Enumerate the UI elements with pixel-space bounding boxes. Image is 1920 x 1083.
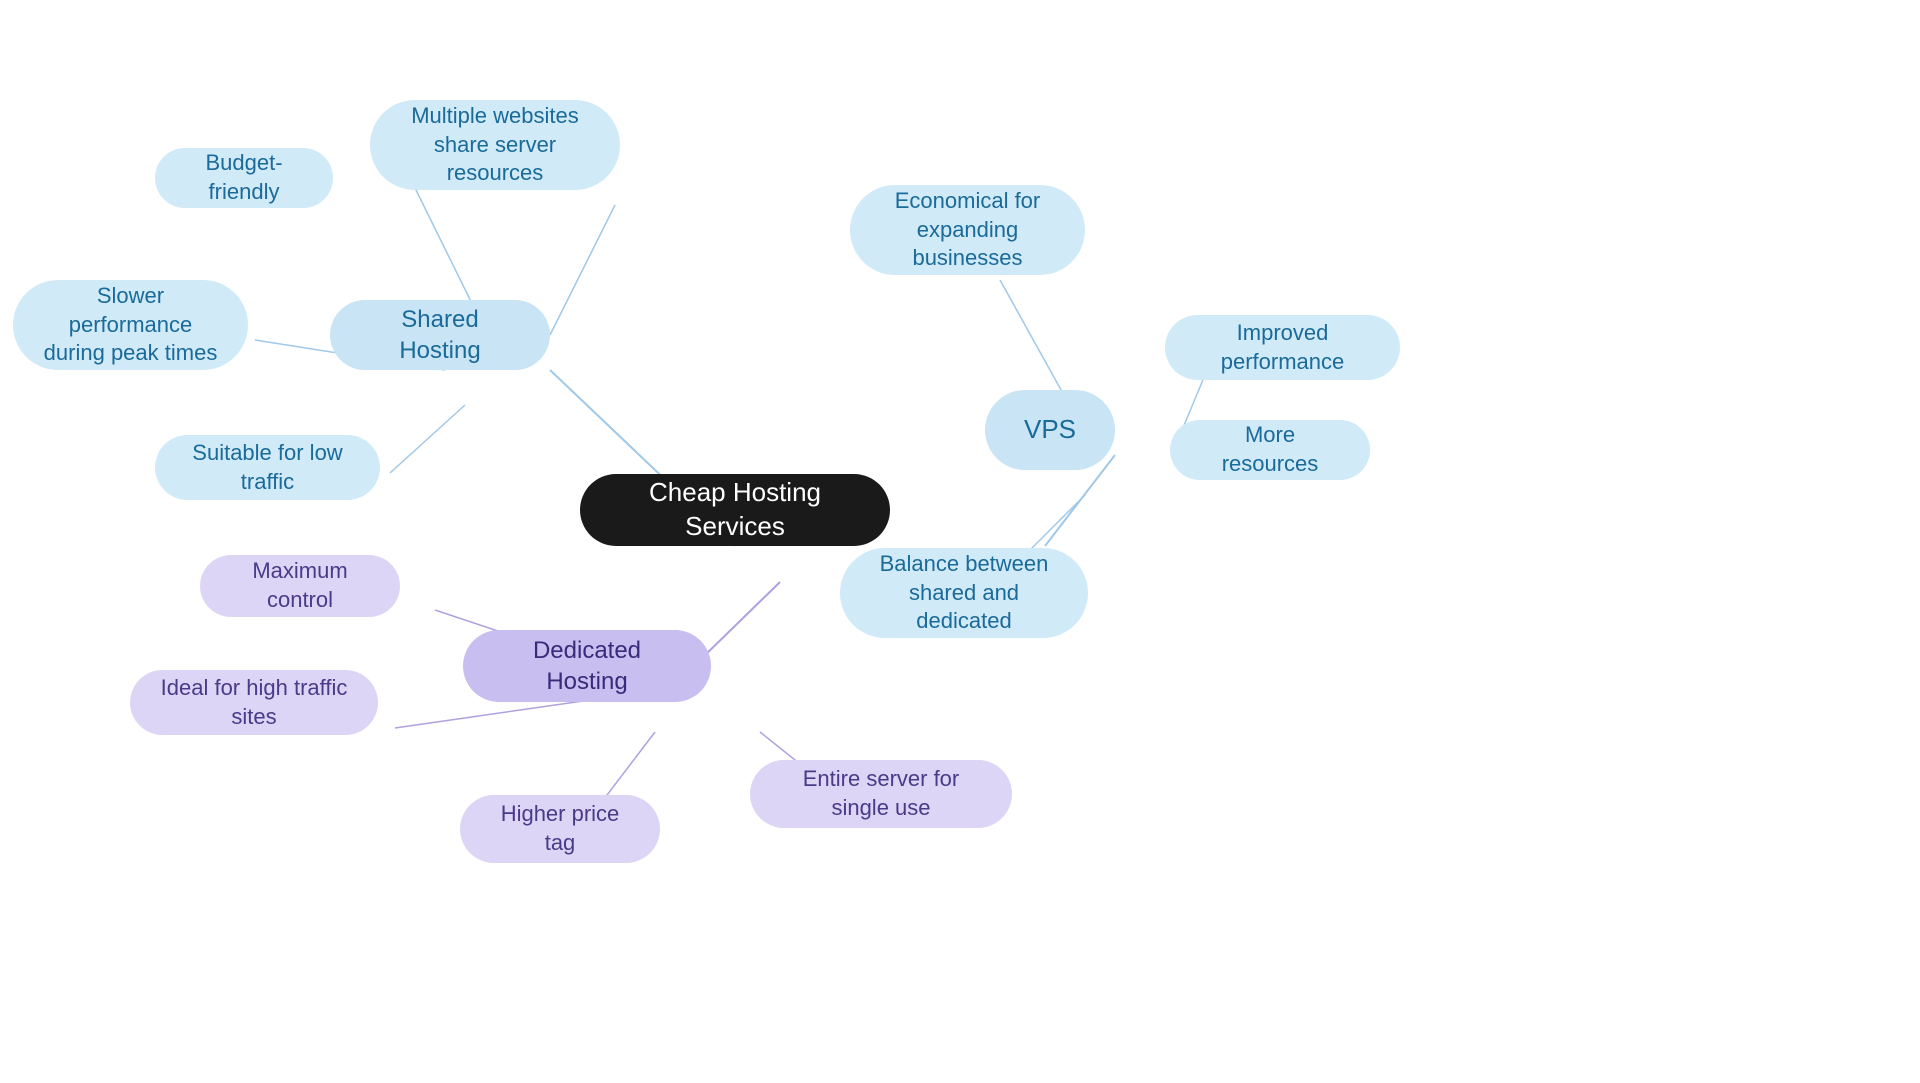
vps-leaf-3: Balance between shared and dedicated [840, 548, 1088, 638]
dedicated-leaf-2: Higher price tag [460, 795, 660, 863]
center-node: Cheap Hosting Services [580, 474, 890, 546]
vps-leaf-1: Improved performance [1165, 315, 1400, 380]
vps-node: VPS [985, 390, 1115, 470]
shared-leaf-1: Budget-friendly [155, 148, 333, 208]
vps-leaf-2: More resources [1170, 420, 1370, 480]
dedicated-leaf-1: Ideal for high traffic sites [130, 670, 378, 735]
dedicated-leaf-0: Maximum control [200, 555, 400, 617]
shared-leaf-0: Multiple websites share server resources [370, 100, 620, 190]
shared-leaf-3: Suitable for low traffic [155, 435, 380, 500]
shared-hosting-node: Shared Hosting [330, 300, 550, 370]
mind-map-diagram: Cheap Hosting Services Shared Hosting Mu… [0, 0, 1920, 1083]
vps-leaf-0: Economical for expanding businesses [850, 185, 1085, 275]
shared-leaf-2: Slower performance during peak times [13, 280, 248, 370]
dedicated-hosting-node: Dedicated Hosting [463, 630, 711, 702]
dedicated-leaf-3: Entire server for single use [750, 760, 1012, 828]
